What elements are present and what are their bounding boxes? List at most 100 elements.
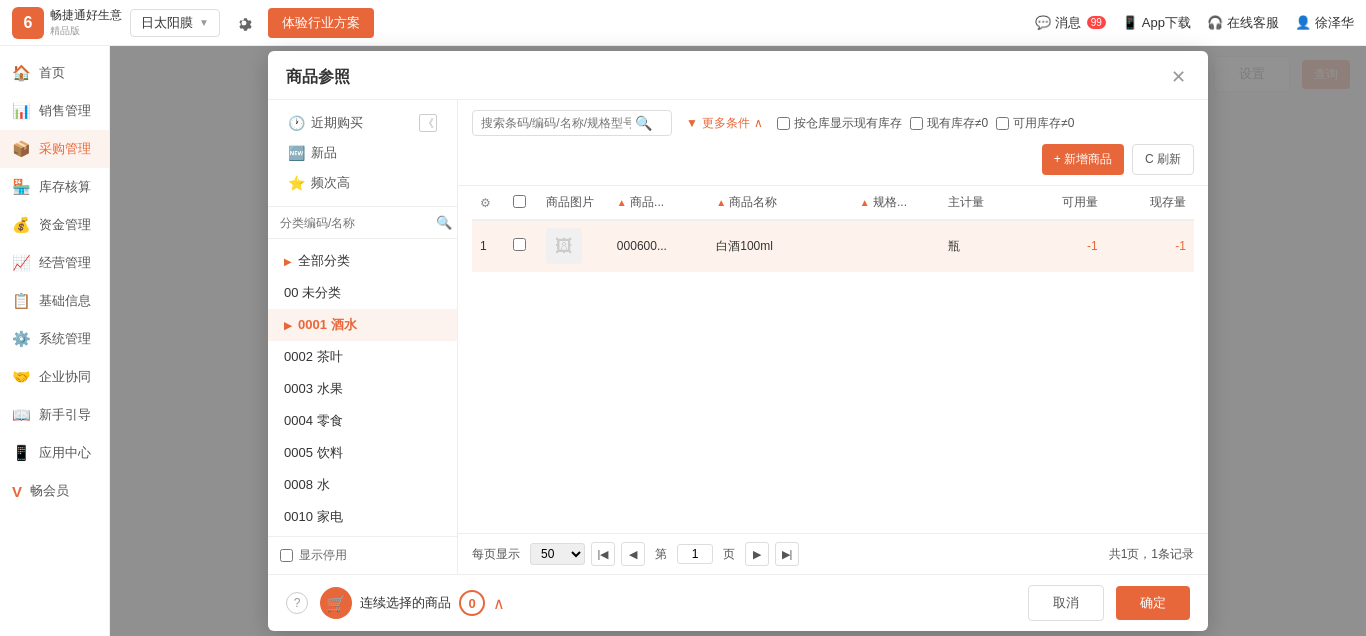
page-number-input[interactable] — [677, 544, 713, 564]
online-service-button[interactable]: 🎧 在线客服 — [1207, 14, 1279, 32]
sidebar-item-finance[interactable]: 💰 资金管理 — [0, 206, 109, 244]
sidebar-item-home[interactable]: 🏠 首页 — [0, 54, 109, 92]
modal-close-button[interactable]: ✕ — [1166, 65, 1190, 89]
spec-col-header: ▲ 规格... — [852, 186, 940, 220]
row-select-checkbox[interactable] — [513, 238, 526, 251]
new-product-filter[interactable]: 🆕 新品 — [280, 138, 445, 168]
modal-header: 商品参照 ✕ — [268, 51, 1208, 100]
category-item-fruit[interactable]: 0003 水果 — [268, 373, 457, 405]
sidebar-item-system[interactable]: ⚙️ 系统管理 — [0, 320, 109, 358]
prev-page-button[interactable]: ◀ — [621, 542, 645, 566]
modal-footer: ? 🛒 连续选择的商品 0 ∧ 取消 确定 — [268, 574, 1208, 631]
vip-icon: V — [12, 483, 22, 500]
search-icon[interactable]: 🔍 — [436, 215, 452, 230]
product-toolbar: 🔍 ▼ 更多条件 ∧ 按仓库显示现有库存 — [458, 100, 1208, 186]
sidebar-item-operations[interactable]: 📈 经营管理 — [0, 244, 109, 282]
next-page-button[interactable]: ▶ — [745, 542, 769, 566]
display-disabled-checkbox[interactable] — [280, 549, 293, 562]
finance-icon: 💰 — [12, 216, 31, 234]
add-product-button[interactable]: + 新增商品 — [1042, 144, 1124, 175]
high-frequency-filter[interactable]: ⭐ 频次高 — [280, 168, 445, 198]
sidebar-item-purchase[interactable]: 📦 采购管理 — [0, 130, 109, 168]
table-row[interactable]: 1 🖼 000600... 白酒100ml — [472, 220, 1194, 272]
product-search-box: 🔍 — [472, 110, 672, 136]
sidebar-item-app-center[interactable]: 📱 应用中心 — [0, 434, 109, 472]
category-item-water[interactable]: 0008 水 — [268, 469, 457, 501]
category-search-input[interactable] — [280, 216, 430, 230]
category-item-appliance[interactable]: 0010 家电 — [268, 501, 457, 533]
sidebar-item-inventory[interactable]: 🏪 库存核算 — [0, 168, 109, 206]
main-content-area: 刷新 设置 查询 商品参照 ✕ 🕐 — [110, 46, 1366, 636]
system-icon: ⚙️ — [12, 330, 31, 348]
main-layout: 🏠 首页 📊 销售管理 📦 采购管理 🏪 库存核算 💰 资金管理 📈 经营管理 … — [0, 46, 1366, 636]
row-index: 1 — [472, 220, 505, 272]
usable-ne-filter[interactable]: 可用库存≠0 — [996, 115, 1074, 132]
chevron-up-icon: ∧ — [754, 116, 763, 130]
cancel-button[interactable]: 取消 — [1028, 585, 1104, 621]
page-size-select[interactable]: 20 50 100 — [530, 543, 585, 565]
cart-area: 🛒 连续选择的商品 0 ∧ — [320, 587, 1016, 619]
category-panel: 🕐 近期购买 《 🆕 新品 ⭐ 频次高 — [268, 100, 458, 574]
logo-text: 畅捷通好生意 精品版 — [50, 8, 122, 37]
more-filter-button[interactable]: ▼ 更多条件 ∧ — [680, 111, 769, 136]
settings-icon[interactable] — [228, 7, 260, 39]
user-avatar[interactable]: 👤 徐泽华 — [1295, 14, 1354, 32]
product-reference-modal: 商品参照 ✕ 🕐 近期购买 《 — [268, 51, 1208, 631]
logo-icon: 6 — [12, 7, 44, 39]
category-item-unclassified[interactable]: 00 未分类 — [268, 277, 457, 309]
table-header-row: ⚙ 商品图片 — [472, 186, 1194, 220]
try-industry-solution-button[interactable]: 体验行业方案 — [268, 8, 374, 38]
usable-ne-checkbox[interactable] — [996, 117, 1009, 130]
app-download-button[interactable]: 📱 App下载 — [1122, 14, 1191, 32]
sales-icon: 📊 — [12, 102, 31, 120]
chevron-down-icon: ▼ — [199, 17, 209, 28]
page-label: 第 — [655, 546, 667, 563]
basic-info-icon: 📋 — [12, 292, 31, 310]
category-item-liquor[interactable]: ▶ 0001 酒水 — [268, 309, 457, 341]
product-table: ⚙ 商品图片 — [472, 186, 1194, 272]
sidebar-item-sales[interactable]: 📊 销售管理 — [0, 92, 109, 130]
app-center-icon: 📱 — [12, 444, 31, 462]
quick-filters: 🕐 近期购买 《 🆕 新品 ⭐ 频次高 — [268, 100, 457, 207]
sidebar-item-vip[interactable]: V 畅会员 — [0, 472, 109, 510]
confirm-button[interactable]: 确定 — [1116, 586, 1190, 620]
collapse-button[interactable]: 《 — [419, 114, 437, 132]
cart-icon[interactable]: 🛒 — [320, 587, 352, 619]
last-page-button[interactable]: ▶| — [775, 542, 799, 566]
code-col-header: ▲ 商品... — [609, 186, 708, 220]
first-page-button[interactable]: |◀ — [591, 542, 615, 566]
home-icon: 🏠 — [12, 64, 31, 82]
guide-icon: 📖 — [12, 406, 31, 424]
category-item-tea[interactable]: 0002 茶叶 — [268, 341, 457, 373]
warehouse-stock-filter[interactable]: 按仓库显示现有库存 — [777, 115, 902, 132]
product-search-input[interactable] — [481, 116, 631, 130]
category-item-all[interactable]: ▶ 全部分类 — [268, 245, 457, 277]
search-submit-icon[interactable]: 🔍 — [635, 115, 652, 131]
settings-column-icon[interactable]: ⚙ — [480, 196, 491, 210]
inventory-icon: 🏪 — [12, 178, 31, 196]
recent-purchase-filter[interactable]: 🕐 近期购买 《 — [280, 108, 445, 138]
purchase-icon: 📦 — [12, 140, 31, 158]
stock-ne-filter[interactable]: 现有库存≠0 — [910, 115, 988, 132]
category-list: ▶ 全部分类 00 未分类 ▶ 0001 酒水 0002 茶 — [268, 239, 457, 536]
messages-button[interactable]: 💬 消息 99 — [1035, 14, 1106, 32]
select-all-checkbox[interactable] — [513, 195, 526, 208]
category-item-beverage[interactable]: 0005 饮料 — [268, 437, 457, 469]
collapse-cart-icon[interactable]: ∧ — [493, 594, 505, 613]
sidebar-item-basic-info[interactable]: 📋 基础信息 — [0, 282, 109, 320]
warehouse-stock-checkbox[interactable] — [777, 117, 790, 130]
refresh-button[interactable]: C 刷新 — [1132, 144, 1194, 175]
category-item-snack[interactable]: 0004 零食 — [268, 405, 457, 437]
row-spec-cell — [852, 220, 940, 272]
sidebar-item-enterprise[interactable]: 🤝 企业协同 — [0, 358, 109, 396]
nav-company-selector[interactable]: 日太阳膜 ▼ — [130, 9, 220, 37]
sidebar-item-guide[interactable]: 📖 新手引导 — [0, 396, 109, 434]
stock-ne-checkbox[interactable] — [910, 117, 923, 130]
select-all-header — [505, 186, 538, 220]
category-search: 🔍 — [268, 207, 457, 239]
row-available-cell: -1 — [1017, 220, 1105, 272]
sort-icon-up: ▲ — [617, 197, 627, 208]
available-col-header: 可用量 — [1017, 186, 1105, 220]
help-icon[interactable]: ? — [286, 592, 308, 614]
row-stock-cell: -1 — [1106, 220, 1194, 272]
